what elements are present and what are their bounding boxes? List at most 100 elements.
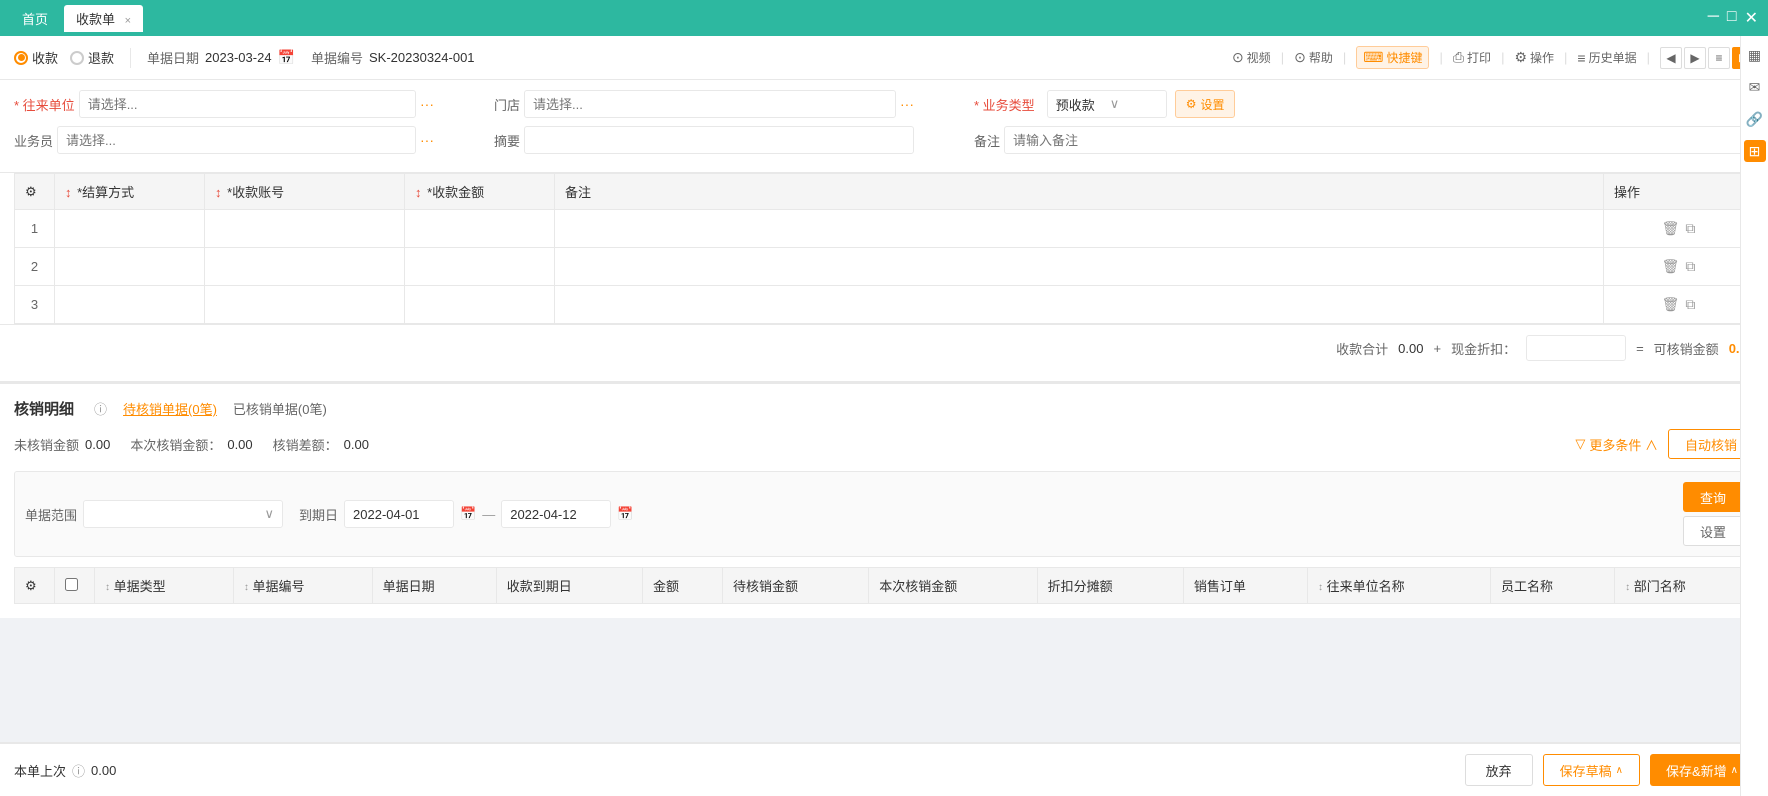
right-panel-link-icon[interactable]: 🔗 (1744, 108, 1766, 130)
sub-toolbar: 收款 退款 单据日期 2023-03-24 📅 单据编号 SK-20230324… (0, 36, 1768, 80)
nav-active-tab[interactable]: 收款单 × (64, 5, 143, 32)
th-sales-order-label: 销售订单 (1194, 579, 1246, 594)
form-settings-btn[interactable]: ⚙ 设置 (1175, 90, 1236, 118)
store-field: 门店 ··· (494, 90, 914, 118)
summary-input[interactable] (524, 126, 914, 154)
partner-dots-icon[interactable]: ··· (420, 96, 434, 112)
row-1-note[interactable] (555, 210, 1604, 248)
radio-receipt[interactable]: 收款 (14, 48, 58, 67)
row-2-settlement[interactable] (55, 248, 205, 286)
date-calendar-icon[interactable]: 📅 (278, 49, 295, 66)
store-dots-icon[interactable]: ··· (900, 96, 914, 112)
row-1-settlement[interactable] (55, 210, 205, 248)
tab-pending[interactable]: 待核销单据(0笔) (123, 399, 217, 418)
action-shortcut[interactable]: ⌨ 快捷键 (1356, 46, 1429, 69)
action-print[interactable]: ⎙ 打印 (1453, 49, 1491, 66)
th-recon-checkbox[interactable] (55, 568, 95, 604)
save-new-btn[interactable]: 保存&新增 ∧ (1650, 754, 1754, 786)
nav-home[interactable]: 首页 (10, 5, 60, 32)
business-type-select[interactable]: 预收款 ∨ (1047, 90, 1167, 118)
video-icon: ⊙ (1232, 49, 1244, 66)
next-btn[interactable]: ▶ (1684, 47, 1706, 69)
action-shortcut-label: 快捷键 (1386, 49, 1422, 66)
action-video[interactable]: ⊙ 视频 (1232, 49, 1271, 66)
close-tab-icon[interactable]: × (125, 15, 131, 27)
form-row-1: 往来单位 ··· 门店 ··· 业务类型 预收款 ∨ ⚙ (14, 90, 1754, 118)
store-input[interactable] (524, 90, 896, 118)
th-settings[interactable]: ⚙ (15, 174, 55, 210)
row-1-copy-icon[interactable]: ⧉ (1685, 220, 1695, 237)
prev-btn[interactable]: ◀ (1660, 47, 1682, 69)
bottom-actions: 放弃 保存草稿 ∧ 保存&新增 ∧ (1465, 754, 1754, 786)
action-operate[interactable]: ⚙ 操作 (1514, 49, 1554, 66)
partner-input[interactable] (79, 90, 416, 118)
business-type-chevron-icon: ∨ (1110, 96, 1158, 112)
row-2-delete-icon[interactable]: 🗑 (1662, 258, 1680, 275)
th-recon-settings[interactable]: ⚙ (15, 568, 55, 604)
query-btn[interactable]: 查询 (1683, 482, 1743, 512)
row-2-account[interactable] (205, 248, 405, 286)
table-row: 1 🗑 ⧉ (15, 210, 1754, 248)
list-view-btn[interactable]: ≡ (1708, 47, 1730, 69)
row-2-amount[interactable] (405, 248, 555, 286)
date-to-calendar-icon[interactable]: 📅 (617, 506, 633, 522)
row-3-amount[interactable] (405, 286, 555, 324)
save-draft-btn[interactable]: 保存草稿 ∧ (1543, 754, 1640, 786)
row-3-copy-icon[interactable]: ⧉ (1685, 296, 1695, 313)
date-from-input[interactable] (344, 500, 454, 528)
radio-dot-refund (70, 51, 84, 65)
sep-5: | (1564, 50, 1567, 65)
salesperson-input[interactable] (57, 126, 416, 154)
right-panel-message-icon[interactable]: ✉ (1744, 76, 1766, 98)
row-1-amount[interactable] (405, 210, 555, 248)
maximize-icon[interactable]: □ (1727, 8, 1737, 28)
th-account-label: *收款账号 (227, 185, 284, 200)
table-settings-icon: ⚙ (25, 184, 37, 199)
filter-icon: ▽ (1575, 436, 1585, 452)
row-3-settlement[interactable] (55, 286, 205, 324)
more-conditions-label: 更多条件 ∧ (1589, 435, 1658, 454)
minimize-icon[interactable]: ─ (1708, 8, 1719, 28)
row-3-note[interactable] (555, 286, 1604, 324)
action-help[interactable]: ⊙ 帮助 (1294, 49, 1333, 66)
window-controls: ─ □ ✕ (1708, 8, 1758, 28)
row-3-account[interactable] (205, 286, 405, 324)
action-print-label: 打印 (1467, 49, 1491, 66)
plus-sign: + (1433, 341, 1441, 356)
notes-label: 备注 (974, 131, 1000, 150)
th-partner-label: 往来单位名称 (1327, 579, 1405, 594)
settings-gear-icon: ⚙ (1186, 97, 1197, 111)
stat-current: 本次核销金额： 0.00 (130, 435, 252, 454)
sep-2: | (1343, 50, 1346, 65)
right-panel-table-icon[interactable]: ▦ (1744, 44, 1766, 66)
receipt-table: ⚙ ↕ *结算方式 ↕ *收款账号 ↕ *收款金额 备注 (14, 173, 1754, 324)
right-panel-expand-icon[interactable]: ⊞ (1744, 140, 1766, 162)
eq-sign: = (1636, 341, 1644, 356)
discount-input[interactable] (1526, 335, 1626, 361)
close-window-icon[interactable]: ✕ (1745, 8, 1758, 28)
notes-input[interactable] (1004, 126, 1754, 154)
date-to-input[interactable] (501, 500, 611, 528)
filter-settings-btn[interactable]: 设置 (1683, 516, 1743, 546)
row-1-delete-icon[interactable]: 🗑 (1662, 220, 1680, 237)
row-1-account[interactable] (205, 210, 405, 248)
radio-refund[interactable]: 退款 (70, 48, 114, 67)
row-2-copy-icon[interactable]: ⧉ (1685, 258, 1695, 275)
select-all-checkbox[interactable] (65, 578, 78, 591)
salesperson-dots-icon[interactable]: ··· (420, 132, 434, 148)
row-2-note[interactable] (555, 248, 1604, 286)
due-date-label: 到期日 (299, 505, 338, 524)
row-3-delete-icon[interactable]: 🗑 (1662, 296, 1680, 313)
action-history[interactable]: ≡ 历史单据 (1577, 49, 1636, 66)
date-label: 单据日期 (147, 48, 199, 67)
th-doc-num-label: 单据编号 (252, 579, 304, 594)
recon-info-icon[interactable]: ⓘ (94, 399, 107, 418)
date-from-calendar-icon[interactable]: 📅 (460, 506, 476, 522)
abandon-btn[interactable]: 放弃 (1465, 754, 1533, 786)
salesperson-field: 业务员 ··· (14, 126, 434, 154)
range-select[interactable]: ∨ (83, 500, 283, 528)
bottom-info-icon[interactable]: ⓘ (72, 761, 85, 780)
tab-done[interactable]: 已核销单据(0笔) (233, 399, 327, 418)
th-pending-label: 待核销金额 (733, 579, 798, 594)
more-conditions-btn[interactable]: ▽ 更多条件 ∧ (1575, 435, 1658, 454)
